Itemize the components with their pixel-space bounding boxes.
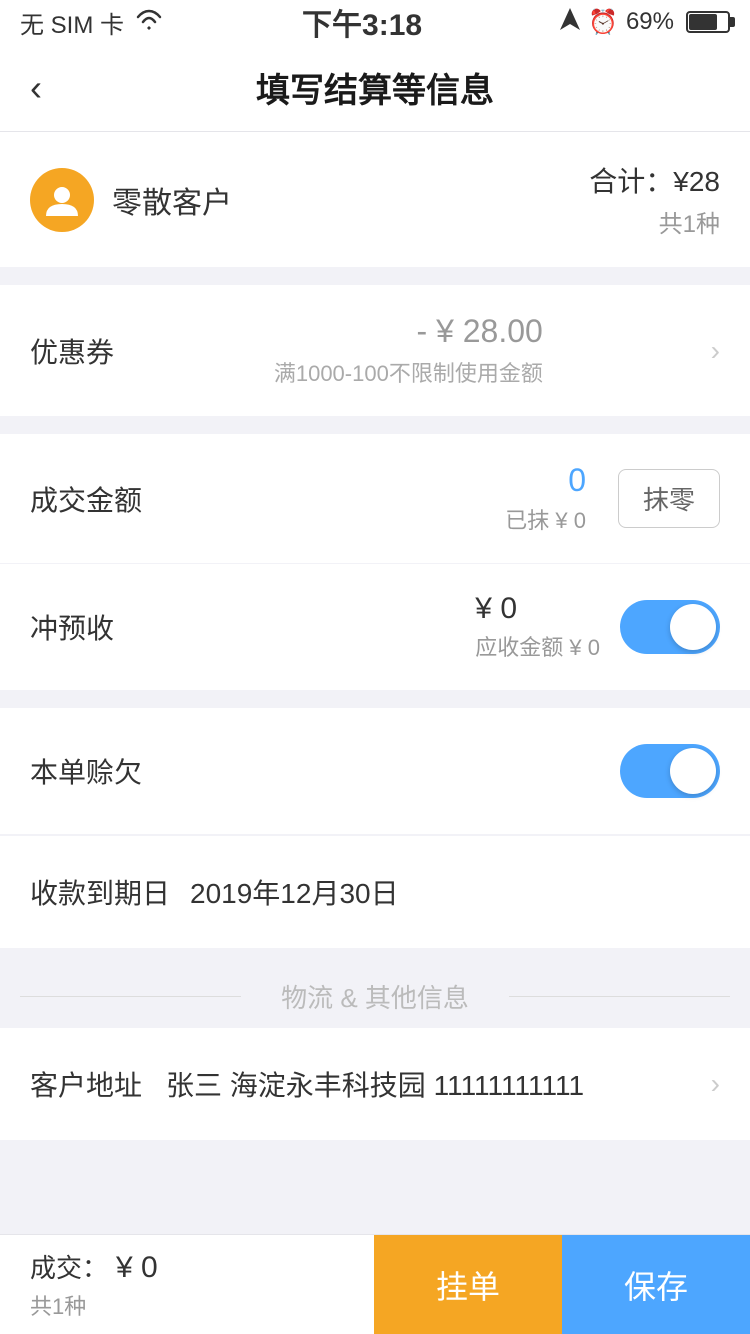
due-date-label: 收款到期日 [30,872,170,912]
bottom-deal-value: ¥ 0 [116,1251,158,1285]
save-button[interactable]: 保存 [562,1235,750,1334]
coupon-section: 优惠券 - ¥ 28.00 满1000-100不限制使用金额 › [0,285,750,416]
prepay-toggle[interactable] [620,600,720,654]
status-right: ⏰ 69% [560,8,730,37]
debit-section: 本单赊欠 [0,708,750,834]
bottom-bar: 成交： ¥ 0 共1种 挂单 保存 [0,1234,750,1334]
address-chevron-icon: › [711,1068,720,1100]
nav-bar: ‹ 填写结算等信息 [0,44,750,132]
bottom-deal-label: 成交： [30,1248,108,1285]
sim-status: 无 SIM 卡 [20,5,124,40]
status-left: 无 SIM 卡 [20,5,164,40]
coupon-desc: 满1000-100不限制使用金额 [274,356,543,388]
customer-total: 合计：¥28 [589,160,720,200]
location-icon [560,8,580,37]
back-button[interactable]: ‹ [30,67,42,109]
due-date-value[interactable]: 2019年12月30日 [190,872,399,912]
toggle-knob [670,604,716,650]
deal-amount-label: 成交金额 [30,479,142,519]
battery-icon [686,11,730,33]
bottom-deal: 成交： ¥ 0 [30,1248,344,1285]
customer-info: 零散客户 [30,168,232,232]
avatar [30,168,94,232]
debit-row: 本单赊欠 [0,708,750,834]
address-label: 客户地址 [30,1064,142,1104]
round-button[interactable]: 抹零 [618,469,720,528]
pend-button[interactable]: 挂单 [374,1235,562,1334]
prepay-label: 冲预收 [30,607,114,647]
debit-toggle-knob [670,748,716,794]
status-bar: 无 SIM 卡 下午3:18 ⏰ 69% [0,0,750,44]
coupon-right: - ¥ 28.00 满1000-100不限制使用金额 [274,313,543,388]
wifi-icon [134,8,164,37]
bottom-summary: 成交： ¥ 0 共1种 [0,1248,374,1321]
debit-label: 本单赊欠 [30,751,142,791]
prepay-row: 冲预收 ¥ 0 应收金额 ¥ 0 [0,564,750,690]
bottom-count: 共1种 [30,1289,344,1321]
customer-section: 零散客户 合计：¥28 共1种 [0,132,750,267]
logistics-divider: 物流 & 其他信息 [0,966,750,1026]
battery-percent: 69% [626,8,674,36]
coupon-discount: - ¥ 28.00 [274,313,543,350]
content: 零散客户 合计：¥28 共1种 优惠券 - ¥ 28.00 满1000-100不… [0,132,750,1262]
address-row[interactable]: 客户地址 张三 海淀永丰科技园 11111111111 › [0,1028,750,1140]
status-time: 下午3:18 [302,0,422,44]
customer-name: 零散客户 [112,178,232,222]
customer-right: 合计：¥28 共1种 [589,160,720,239]
page-title: 填写结算等信息 [256,63,494,112]
amount-section: 成交金额 0 已抹 ¥ 0 抹零 冲预收 ¥ 0 应收金额 ¥ 0 [0,434,750,690]
customer-count: 共1种 [589,204,720,239]
chevron-right-icon: › [711,335,720,367]
address-value: 张三 海淀永丰科技园 11111111111 [166,1064,703,1104]
debit-toggle[interactable] [620,744,720,798]
coupon-label: 优惠券 [30,331,114,371]
deal-amount-sub: 已抹 ¥ 0 [505,503,586,535]
logistics-label: 物流 & 其他信息 [281,978,469,1015]
deal-amount-row: 成交金额 0 已抹 ¥ 0 抹零 [0,434,750,564]
prepay-sub: 应收金额 ¥ 0 [475,630,600,662]
prepay-value: ¥ 0 [475,592,600,626]
due-date-row: 收款到期日 2019年12月30日 [0,836,750,948]
address-section: 客户地址 张三 海淀永丰科技园 11111111111 › [0,1028,750,1140]
due-date-section: 收款到期日 2019年12月30日 [0,836,750,948]
coupon-row[interactable]: 优惠券 - ¥ 28.00 满1000-100不限制使用金额 › [0,285,750,416]
alarm-icon: ⏰ [588,8,618,37]
deal-amount-value[interactable]: 0 [568,462,586,498]
